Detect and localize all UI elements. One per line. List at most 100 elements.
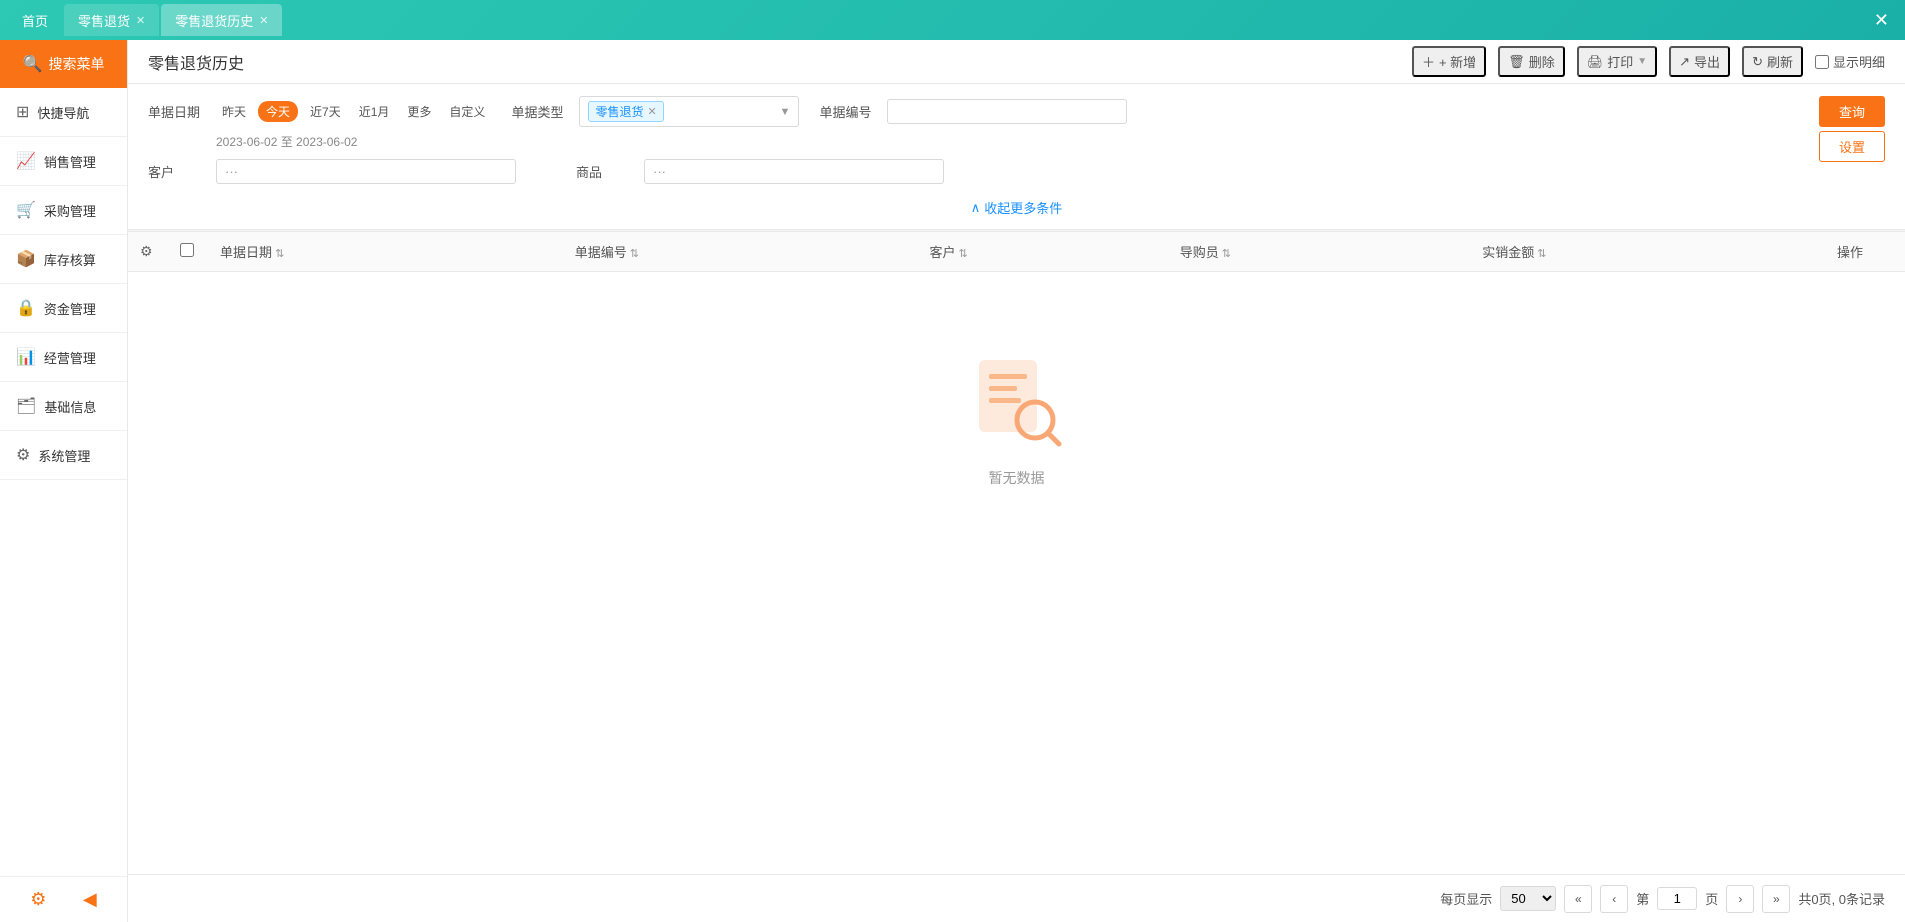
th-guide[interactable]: 导购员: [1168, 232, 1471, 272]
last-page-button[interactable]: »: [1762, 885, 1790, 913]
sidebar-item-operations[interactable]: 📊 经营管理: [0, 333, 127, 382]
print-button[interactable]: 🖨 打印 ▼: [1577, 46, 1657, 77]
quick-nav-icon: ⊞: [16, 102, 29, 122]
date-more-btn[interactable]: 更多: [401, 101, 437, 122]
collapse-sidebar-icon[interactable]: ◀: [83, 889, 97, 910]
query-button[interactable]: 查询: [1819, 96, 1885, 127]
tab-retail-return-label: 零售退货: [78, 11, 130, 30]
next-page-button[interactable]: ›: [1726, 885, 1754, 913]
sidebar-item-inventory[interactable]: 📦 库存核算: [0, 235, 127, 284]
tab-retail-return-history-close[interactable]: ✕: [259, 14, 268, 27]
data-table: ⚙ 单据日期 单据编号 客户 导购员 实销金额 操作: [128, 231, 1905, 272]
empty-illustration: [967, 352, 1067, 452]
refresh-button[interactable]: ↻ 刷新: [1742, 46, 1803, 77]
date-filter-label: 单据日期: [148, 102, 208, 121]
page-title: 零售退货历史: [148, 50, 244, 74]
sidebar-item-purchase[interactable]: 🛒 采购管理: [0, 186, 127, 235]
table-settings-icon[interactable]: ⚙: [140, 243, 153, 259]
date-1month-btn[interactable]: 近1月: [353, 101, 396, 122]
first-page-button[interactable]: «: [1564, 885, 1592, 913]
th-settings: ⚙: [128, 232, 168, 272]
finance-icon: 🔒: [16, 298, 36, 318]
type-select-arrow: ▼: [780, 106, 791, 118]
sidebar-item-finance[interactable]: 🔒 资金管理: [0, 284, 127, 333]
table-container: ⚙ 单据日期 单据编号 客户 导购员 实销金额 操作: [128, 231, 1905, 874]
voucher-input[interactable]: [887, 99, 1127, 124]
sidebar-item-label: 经营管理: [44, 348, 96, 367]
voucher-filter-label: 单据编号: [819, 102, 879, 121]
goods-filter-label: 商品: [576, 162, 636, 181]
delete-label: 删除: [1529, 52, 1555, 71]
sales-icon: 📈: [16, 151, 36, 171]
operations-icon: 📊: [16, 347, 36, 367]
th-actions: 操作: [1825, 232, 1905, 272]
type-tag: 零售退货 ✕: [588, 101, 663, 122]
purchase-icon: 🛒: [16, 200, 36, 220]
tab-retail-return[interactable]: 零售退货 ✕: [64, 4, 159, 36]
empty-text: 暂无数据: [989, 468, 1045, 488]
sidebar-bottom: ⚙ ◀: [0, 876, 127, 922]
export-icon: ↗: [1679, 54, 1690, 70]
sidebar-item-basic-info[interactable]: 🗂 基础信息: [0, 382, 127, 431]
tab-bar: 首页 零售退货 ✕ 零售退货历史 ✕: [8, 4, 1866, 36]
show-detail-label: 显示明细: [1833, 52, 1885, 71]
type-filter-label: 单据类型: [511, 102, 571, 121]
sidebar-item-label: 系统管理: [38, 446, 90, 465]
customer-select[interactable]: ···: [216, 159, 516, 184]
sidebar-item-label: 资金管理: [44, 299, 96, 318]
window-close-button[interactable]: ✕: [1866, 10, 1897, 31]
refresh-icon: ↻: [1752, 54, 1763, 70]
sidebar-item-quick-nav[interactable]: ⊞ 快捷导航: [0, 88, 127, 137]
page-header: 零售退货历史 ＋ + 新增 🗑 删除 🖨 打印 ▼ ↗ 导出: [128, 40, 1905, 84]
sidebar-item-system[interactable]: ⚙ 系统管理: [0, 431, 127, 480]
th-checkbox: [168, 232, 208, 272]
date-today-btn[interactable]: 今天: [258, 101, 298, 122]
goods-select[interactable]: ···: [644, 159, 944, 184]
page-size-select[interactable]: 10 20 50 100: [1500, 886, 1556, 911]
prev-page-button[interactable]: ‹: [1600, 885, 1628, 913]
date-custom-btn[interactable]: 自定义: [443, 101, 491, 122]
filter-settings-button[interactable]: 设置: [1819, 131, 1885, 162]
th-amount[interactable]: 实销金额: [1470, 232, 1825, 272]
export-button[interactable]: ↗ 导出: [1669, 46, 1730, 77]
select-all-checkbox[interactable]: [180, 243, 194, 257]
date-yesterday-btn[interactable]: 昨天: [216, 101, 252, 122]
search-menu-button[interactable]: 🔍 搜索菜单: [0, 40, 127, 88]
th-number[interactable]: 单据编号: [563, 232, 918, 272]
print-arrow-icon: ▼: [1637, 56, 1647, 67]
type-tag-close[interactable]: ✕: [647, 105, 656, 118]
page-number-input[interactable]: [1657, 887, 1697, 910]
tab-retail-return-close[interactable]: ✕: [136, 14, 145, 27]
sidebar-item-sales[interactable]: 📈 销售管理: [0, 137, 127, 186]
toolbar: ＋ + 新增 🗑 删除 🖨 打印 ▼ ↗ 导出 ↻: [1412, 46, 1885, 77]
new-icon: ＋: [1422, 52, 1435, 71]
collapse-filter-button[interactable]: ∧ 收起更多条件: [971, 198, 1063, 217]
page-size-label: 每页显示: [1440, 889, 1492, 908]
tab-home[interactable]: 首页: [8, 4, 62, 36]
show-detail-checkbox[interactable]: [1815, 55, 1829, 69]
date-7days-btn[interactable]: 近7天: [304, 101, 347, 122]
empty-svg: [967, 352, 1067, 452]
delete-icon: 🗑: [1508, 54, 1525, 70]
sidebar-item-label: 快捷导航: [37, 103, 89, 122]
print-icon: 🖨: [1587, 54, 1604, 70]
type-select[interactable]: 零售退货 ✕ ▼: [579, 96, 799, 127]
collapse-up-icon: ∧: [971, 200, 981, 216]
th-date[interactable]: 单据日期: [208, 232, 563, 272]
settings-bottom-icon[interactable]: ⚙: [30, 889, 46, 910]
search-menu-label: 搜索菜单: [48, 54, 104, 74]
delete-button[interactable]: 🗑 删除: [1498, 46, 1565, 77]
show-detail-container: 显示明细: [1815, 52, 1885, 71]
print-label: 打印: [1607, 52, 1633, 71]
sidebar-item-label: 基础信息: [44, 397, 96, 416]
new-button[interactable]: ＋ + 新增: [1412, 46, 1486, 77]
date-filter: 昨天 今天 近7天 近1月 更多 自定义: [216, 101, 491, 122]
refresh-label: 刷新: [1767, 52, 1793, 71]
collapse-label: 收起更多条件: [984, 198, 1062, 217]
tab-retail-return-history[interactable]: 零售退货历史 ✕: [161, 4, 282, 36]
customer-filter-label: 客户: [148, 162, 208, 181]
th-customer[interactable]: 客户: [917, 232, 1167, 272]
filter-actions: 查询 设置: [1819, 96, 1885, 162]
customer-ellipsis: ···: [225, 164, 238, 179]
page-label: 第: [1636, 889, 1649, 908]
